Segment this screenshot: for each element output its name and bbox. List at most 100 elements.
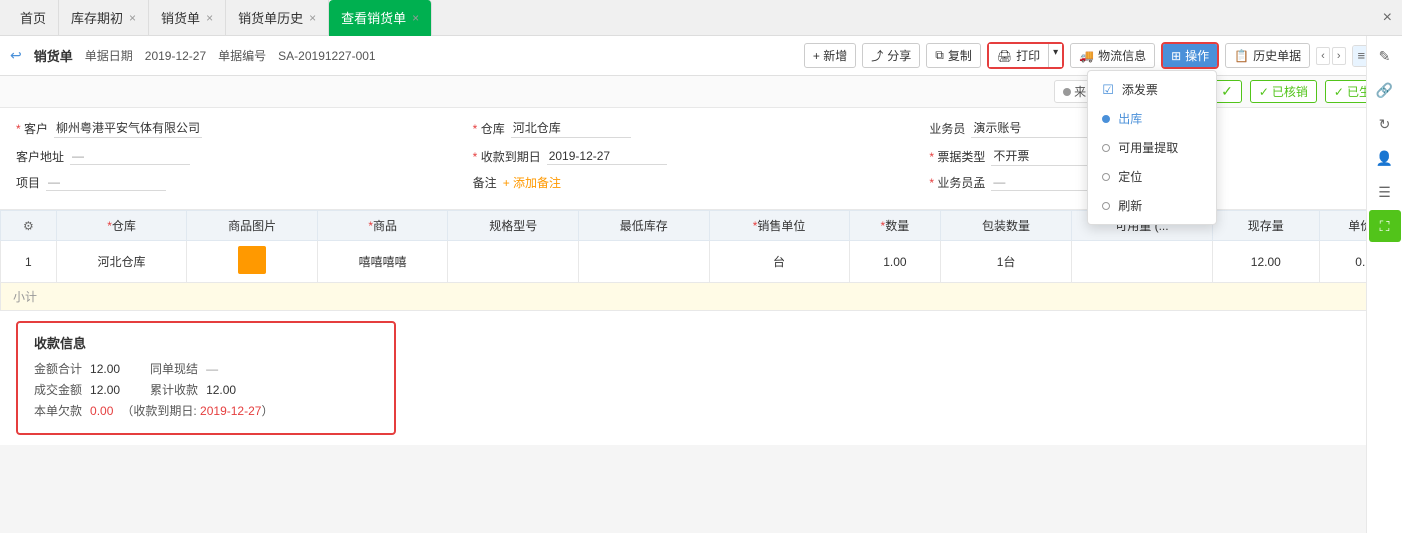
doc-icon: ↩ [10, 47, 22, 64]
radio-empty-icon-3 [1102, 199, 1110, 213]
balance-note: （收款到期日: 2019-12-27） [121, 402, 273, 419]
sidebar-refresh-button[interactable]: ↻ [1369, 108, 1401, 140]
menu-refresh[interactable]: 刷新 [1088, 191, 1216, 220]
radio-empty-icon-1 [1102, 141, 1110, 155]
close-tab-view[interactable]: × [412, 11, 419, 25]
history-button[interactable]: 📋 历史单据 [1225, 43, 1310, 68]
menu-add-invoice[interactable]: ☑ 添发票 [1088, 75, 1216, 104]
payment-item-total: 金额合计 12.00 [34, 360, 120, 377]
col-sales-unit: *销售单位 [709, 211, 849, 241]
copy-button[interactable]: ⧉ 复制 [926, 43, 981, 68]
warehouse-value[interactable]: 河北仓库 [511, 118, 631, 138]
customer-value[interactable]: 柳州粤港平安气体有限公司 [54, 118, 202, 138]
share-button[interactable]: ⤴ 分享 [862, 43, 920, 68]
effective-check-icon: ✓ [1334, 85, 1344, 99]
menu-available-pickup[interactable]: 可用量提取 [1088, 133, 1216, 162]
print-button[interactable]: 🖨 打印 [989, 44, 1048, 67]
cumulative-value: 12.00 [206, 383, 236, 397]
warehouse-field: * 仓库 河北仓库 [473, 118, 930, 138]
deal-amount-value: 12.00 [90, 383, 120, 397]
doc-number-label: 单据编号 [218, 47, 266, 64]
history-icon: 📋 [1234, 49, 1249, 63]
refresh-icon: ↻ [1379, 116, 1391, 133]
add-note-button[interactable]: + 添加备注 [503, 174, 561, 191]
cell-available [1071, 241, 1212, 283]
user-icon: 👤 [1376, 150, 1393, 167]
close-tab-sales[interactable]: × [206, 11, 213, 25]
check-icon: ✓ [1221, 83, 1233, 100]
print-icon: 🖨 [997, 49, 1012, 63]
col-warehouse: *仓库 [56, 211, 187, 241]
checkbox-icon: ☑ [1102, 82, 1114, 98]
doc-date-value: 2019-12-27 [145, 49, 206, 63]
sales-table: ⚙ *仓库 商品图片 *商品 规格型号 最低库存 *销售单位 *数量 包装数量 … [0, 210, 1402, 311]
cell-stock: 12.00 [1213, 241, 1319, 283]
cancelled-button[interactable]: ✓ 已核销 [1250, 80, 1317, 103]
payment-info-title: 收款信息 [34, 333, 378, 352]
col-stock: 现存量 [1213, 211, 1319, 241]
payment-date-value[interactable]: 2019-12-27 [547, 148, 667, 165]
project-value: — [46, 174, 166, 191]
col-qty: *数量 [849, 211, 941, 241]
nav-next-button[interactable]: › [1332, 47, 1346, 65]
right-sidebar: ✎ 🔗 ↻ 👤 ☰ ⛶ [1366, 36, 1402, 533]
payment-item-deal: 成交金额 12.00 [34, 381, 120, 398]
doc-number-value: SA-20191227-001 [278, 49, 375, 63]
tab-view-sales[interactable]: 查看销货单 × [329, 0, 432, 36]
address-field: 客户地址 — [16, 148, 473, 165]
cell-warehouse: 河北仓库 [56, 241, 187, 283]
close-tab-history[interactable]: × [309, 11, 316, 25]
logistics-button[interactable]: 🚚 物流信息 [1070, 43, 1155, 68]
tab-bar: 首页 库存期初 × 销货单 × 销货单历史 × 查看销货单 × × [0, 0, 1402, 36]
edit-icon: ✎ [1379, 48, 1391, 65]
cell-sales-unit: 台 [709, 241, 849, 283]
tab-inventory-init[interactable]: 库存期初 × [59, 0, 149, 36]
payment-row-3: 本单欠款 0.00 （收款到期日: 2019-12-27） [34, 402, 378, 419]
payment-row-2: 成交金额 12.00 累计收款 12.00 [34, 381, 378, 398]
menu-locate[interactable]: 定位 [1088, 162, 1216, 191]
operation-button[interactable]: ⊞ 操作 [1163, 44, 1217, 67]
new-button[interactable]: + 新增 [804, 43, 856, 68]
col-gear[interactable]: ⚙ [1, 211, 57, 241]
table-row: 1 河北仓库 嘻嘻嘻嘻 台 1.00 1台 12.00 0. [1, 241, 1402, 283]
col-min-stock: 最低库存 [579, 211, 710, 241]
tab-sales-order[interactable]: 销货单 × [149, 0, 226, 36]
share-icon: ⤴ [871, 47, 883, 64]
doc-title-area: ↩ 销货单 单据日期 2019-12-27 单据编号 SA-20191227-0… [10, 46, 798, 65]
main-toolbar: ↩ 销货单 单据日期 2019-12-27 单据编号 SA-20191227-0… [0, 36, 1402, 76]
payment-item-cumulative: 累计收款 12.00 [150, 381, 236, 398]
subtotal-row: 小计 [1, 283, 1402, 311]
mobile-status-dot [1063, 88, 1071, 96]
window-close-button[interactable]: × [1383, 9, 1392, 27]
logistics-icon: 🚚 [1079, 49, 1094, 63]
cell-product-img [187, 241, 318, 283]
tab-sales-history[interactable]: 销货单历史 × [226, 0, 329, 36]
cell-min-stock [579, 241, 710, 283]
sidebar-list-button[interactable]: ☰ [1369, 176, 1401, 208]
customer-field: * 客户 柳州粤港平安气体有限公司 [16, 118, 473, 138]
close-tab-inventory[interactable]: × [129, 11, 136, 25]
nav-prev-button[interactable]: ‹ [1316, 47, 1330, 65]
sidebar-link-button[interactable]: 🔗 [1369, 74, 1401, 106]
payment-item-balance: 本单欠款 0.00 （收款到期日: 2019-12-27） [34, 402, 273, 419]
sidebar-edit-button[interactable]: ✎ [1369, 40, 1401, 72]
cell-package-qty: 1台 [941, 241, 1072, 283]
subtotal-label: 小计 [1, 283, 1402, 311]
link-icon: 🔗 [1376, 82, 1393, 99]
toolbar-actions: + 新增 ⤴ 分享 ⧉ 复制 🖨 打印 ▾ 🚚 物流信息 ⊞ 操作 [804, 42, 1392, 69]
same-order-value: — [206, 362, 218, 376]
col-product: *商品 [317, 211, 448, 241]
payment-info-box: 收款信息 金额合计 12.00 同单现结 — 成交金额 12.00 累计收款 1… [16, 321, 396, 435]
sidebar-expand-button[interactable]: ⛶ [1369, 210, 1401, 242]
cancelled-check-icon: ✓ [1259, 85, 1269, 99]
data-table-container: ⚙ *仓库 商品图片 *商品 规格型号 最低库存 *销售单位 *数量 包装数量 … [0, 210, 1402, 311]
radio-filled-icon [1102, 112, 1110, 126]
sidebar-user-button[interactable]: 👤 [1369, 142, 1401, 174]
note-field: 备注 + 添加备注 [473, 174, 930, 191]
payment-item-same-order: 同单现结 — [150, 360, 218, 377]
menu-outbound[interactable]: 出库 [1088, 104, 1216, 133]
tab-home[interactable]: 首页 [8, 0, 59, 36]
payment-row-1: 金额合计 12.00 同单现结 — [34, 360, 378, 377]
print-dropdown-arrow[interactable]: ▾ [1048, 44, 1062, 67]
print-highlight-box: 🖨 打印 ▾ [987, 42, 1064, 69]
